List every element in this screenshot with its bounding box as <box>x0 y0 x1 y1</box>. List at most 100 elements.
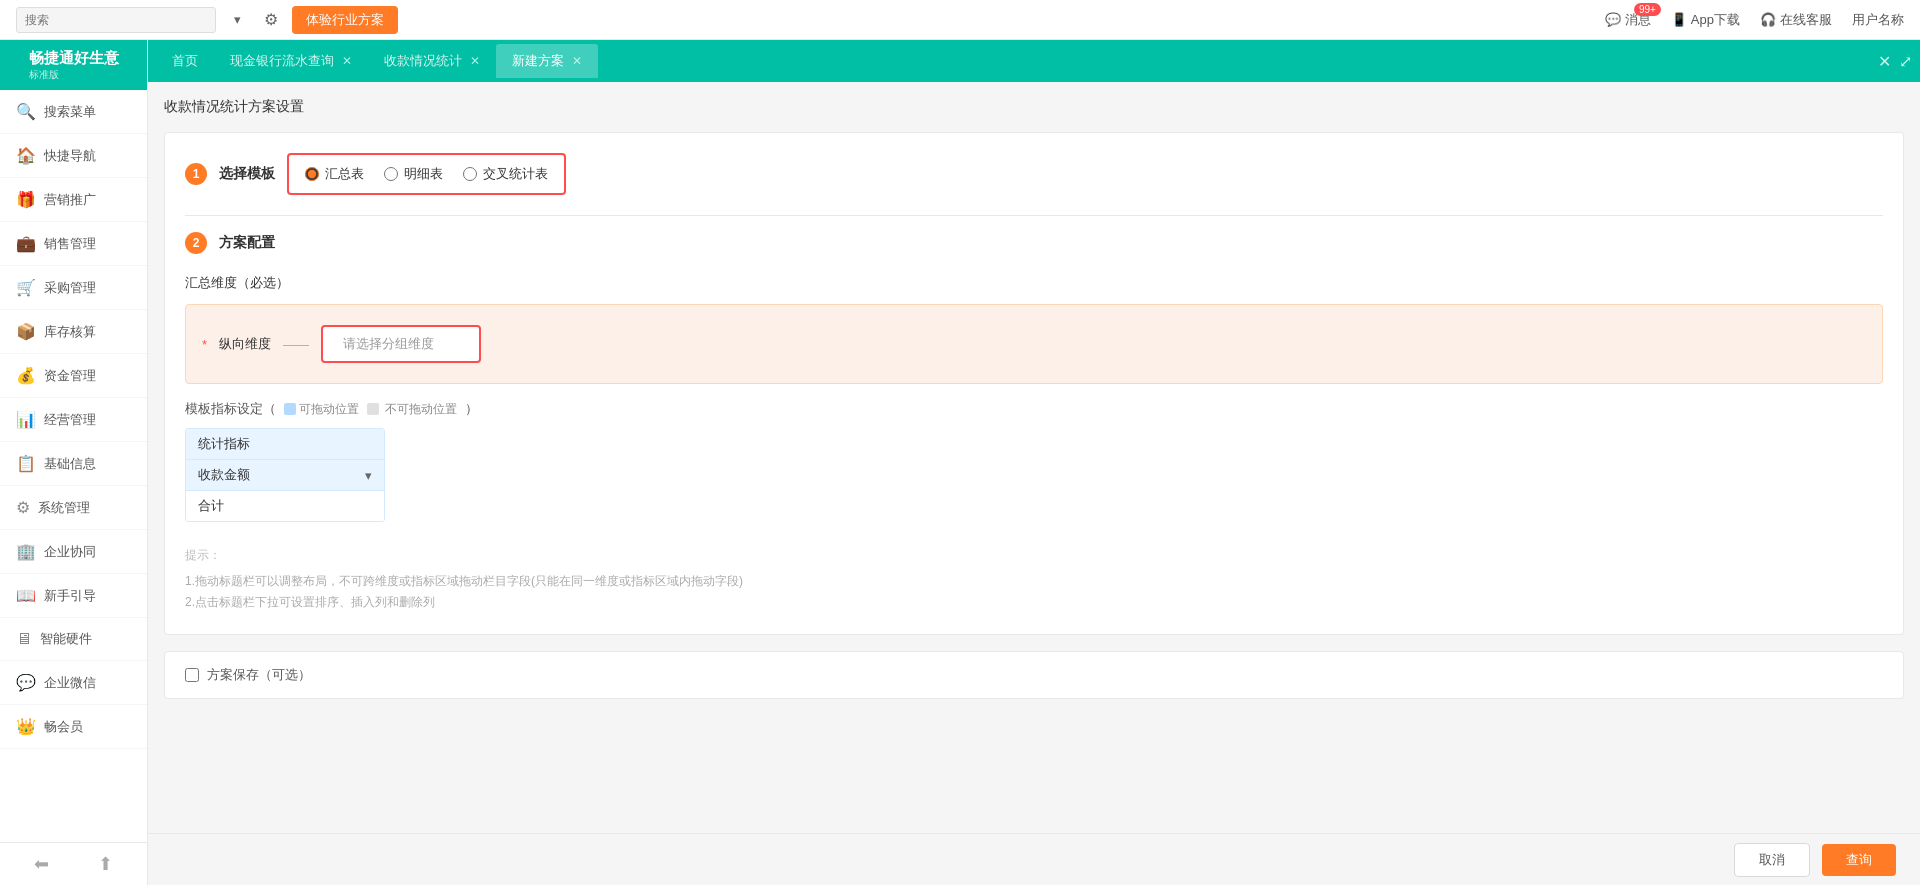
sidebar-item-search-menu[interactable]: 🔍 搜索菜单 <box>0 90 147 134</box>
close-window-button[interactable]: ✕ <box>1878 52 1891 71</box>
stats-col1-label: 收款金额 <box>198 466 365 484</box>
radio-cross[interactable]: 交叉统计表 <box>463 165 548 183</box>
system-icon: ⚙ <box>16 498 30 517</box>
sidebar-bottom: ⬅ ⬆ <box>0 842 147 885</box>
top-header: ▾ ⚙ 体验行业方案 💬 消息 99+ 📱 App下载 🎧 在线客服 用户名称 <box>0 0 1920 40</box>
sidebar-item-inventory[interactable]: 📦 库存核算 <box>0 310 147 354</box>
header-right: 💬 消息 99+ 📱 App下载 🎧 在线客服 用户名称 <box>1605 11 1904 29</box>
tab-payment-stats-close[interactable]: ✕ <box>470 54 480 68</box>
indicator-settings: 模板指标设定（ 可拖动位置 不可拖动位置 ） <box>185 400 1883 525</box>
sidebar-item-quick-nav[interactable]: 🏠 快捷导航 <box>0 134 147 178</box>
download-label: App下载 <box>1691 11 1740 29</box>
header-gear-icon[interactable]: ⚙ <box>258 7 284 33</box>
search-menu-icon: 🔍 <box>16 102 36 121</box>
notification-bell[interactable]: 💬 消息 99+ <box>1605 11 1651 29</box>
stats-col1-dropdown[interactable]: ▾ <box>365 468 372 483</box>
service-icon: 🎧 <box>1760 12 1776 27</box>
sidebar-label-search-menu: 搜索菜单 <box>44 103 96 121</box>
indicator-header: 模板指标设定（ 可拖动位置 不可拖动位置 ） <box>185 400 1883 418</box>
sidebar-label-business: 经营管理 <box>44 411 96 429</box>
marketing-icon: 🎁 <box>16 190 36 209</box>
radio-detail[interactable]: 明细表 <box>384 165 443 183</box>
sidebar-item-smart-hw[interactable]: 🖥 智能硬件 <box>0 618 147 661</box>
main-content: 收款情况统计方案设置 1 选择模板 汇总表 <box>148 82 1920 885</box>
sidebar-item-guide[interactable]: 📖 新手引导 <box>0 574 147 618</box>
header-cta-button[interactable]: 体验行业方案 <box>292 6 398 34</box>
expand-window-button[interactable]: ⤢ <box>1899 52 1912 71</box>
cancel-button[interactable]: 取消 <box>1734 843 1810 877</box>
sidebar-item-purchase[interactable]: 🛒 采购管理 <box>0 266 147 310</box>
sidebar-item-wechat[interactable]: 💬 企业微信 <box>0 661 147 705</box>
radio-cross-input[interactable] <box>463 167 477 181</box>
query-button[interactable]: 查询 <box>1822 844 1896 876</box>
header-search-input[interactable] <box>16 7 216 33</box>
tab-payment-stats[interactable]: 收款情况统计 ✕ <box>368 44 496 78</box>
step1-row: 1 选择模板 汇总表 明细表 <box>185 153 1883 195</box>
indicator-title-text: 模板指标设定（ <box>185 400 276 418</box>
tab-home-label: 首页 <box>172 52 198 70</box>
sidebar-item-business[interactable]: 📊 经营管理 <box>0 398 147 442</box>
online-service-link[interactable]: 🎧 在线客服 <box>1760 11 1832 29</box>
sidebar-bottom-icon-2[interactable]: ⬆ <box>98 853 113 875</box>
legend-draggable-dot <box>284 403 296 415</box>
nav-tabs-actions: ✕ ⤢ <box>1878 52 1912 71</box>
stats-col-header[interactable]: 收款金额 ▾ <box>186 460 384 491</box>
stats-table: 统计指标 收款金额 ▾ 合计 <box>185 428 385 522</box>
member-icon: 👑 <box>16 717 36 736</box>
finance-icon: 💰 <box>16 366 36 385</box>
radio-summary-input[interactable] <box>305 167 319 181</box>
sidebar-bottom-icon-1[interactable]: ⬅ <box>34 853 49 875</box>
dimension-arrow: —— <box>283 337 309 352</box>
sidebar-label-inventory: 库存核算 <box>44 323 96 341</box>
radio-detail-label: 明细表 <box>404 165 443 183</box>
step2-badge: 2 <box>185 232 207 254</box>
page-content: 收款情况统计方案设置 1 选择模板 汇总表 <box>148 82 1920 833</box>
tips-title: 提示： <box>185 545 1883 567</box>
radio-summary[interactable]: 汇总表 <box>305 165 364 183</box>
logo-sub: 标准版 <box>29 68 119 82</box>
sidebar-label-smart-hw: 智能硬件 <box>40 630 92 648</box>
sidebar-label-system: 系统管理 <box>38 499 90 517</box>
stats-row1-label: 合计 <box>198 498 224 513</box>
save-label: 方案保存（可选） <box>207 666 311 684</box>
sidebar-label-enterprise: 企业协同 <box>44 543 96 561</box>
save-option-row: 方案保存（可选） <box>164 651 1904 699</box>
business-icon: 📊 <box>16 410 36 429</box>
sidebar-item-enterprise[interactable]: 🏢 企业协同 <box>0 530 147 574</box>
dimension-select[interactable]: 请选择分组维度 <box>321 325 481 363</box>
user-info[interactable]: 用户名称 <box>1852 11 1904 29</box>
tab-bank-flow[interactable]: 现金银行流水查询 ✕ <box>214 44 368 78</box>
step2-header-row: 2 方案配置 <box>185 232 1883 254</box>
tab-bank-flow-label: 现金银行流水查询 <box>230 52 334 70</box>
sidebar-logo: 畅捷通好生意 标准版 <box>0 40 147 90</box>
radio-summary-label: 汇总表 <box>325 165 364 183</box>
bell-icon: 💬 <box>1605 12 1621 27</box>
basic-info-icon: 📋 <box>16 454 36 473</box>
tab-home[interactable]: 首页 <box>156 44 214 78</box>
tab-bank-flow-close[interactable]: ✕ <box>342 54 352 68</box>
app-download-link[interactable]: 📱 App下载 <box>1671 11 1740 29</box>
step2-label: 方案配置 <box>219 234 275 252</box>
footer-bar: 取消 查询 <box>148 833 1920 885</box>
dimension-title: 汇总维度（必选） <box>185 274 1883 292</box>
sidebar-item-basic-info[interactable]: 📋 基础信息 <box>0 442 147 486</box>
smart-hw-icon: 🖥 <box>16 630 32 648</box>
sidebar-item-marketing[interactable]: 🎁 营销推广 <box>0 178 147 222</box>
sidebar-item-member[interactable]: 👑 畅会员 <box>0 705 147 749</box>
sidebar-item-finance[interactable]: 💰 资金管理 <box>0 354 147 398</box>
guide-icon: 📖 <box>16 586 36 605</box>
radio-detail-input[interactable] <box>384 167 398 181</box>
sidebar-label-member: 畅会员 <box>44 718 83 736</box>
sidebar-item-sales[interactable]: 💼 销售管理 <box>0 222 147 266</box>
tips-line2: 2.点击标题栏下拉可设置排序、插入列和删除列 <box>185 592 1883 614</box>
tips-section: 提示： 1.拖动标题栏可以调整布局，不可跨维度或指标区域拖动栏目字段(只能在同一… <box>185 545 1883 614</box>
nav-tabs: 首页 现金银行流水查询 ✕ 收款情况统计 ✕ 新建方案 ✕ ✕ ⤢ <box>148 40 1920 82</box>
step-divider <box>185 215 1883 216</box>
tips-line1: 1.拖动标题栏可以调整布局，不可跨维度或指标区域拖动栏目字段(只能在同一维度或指… <box>185 571 1883 593</box>
header-dropdown-button[interactable]: ▾ <box>224 7 250 33</box>
tab-new-plan-close[interactable]: ✕ <box>572 54 582 68</box>
save-checkbox[interactable] <box>185 668 199 682</box>
sidebar-item-system[interactable]: ⚙ 系统管理 <box>0 486 147 530</box>
tab-new-plan[interactable]: 新建方案 ✕ <box>496 44 598 78</box>
sidebar-label-marketing: 营销推广 <box>44 191 96 209</box>
